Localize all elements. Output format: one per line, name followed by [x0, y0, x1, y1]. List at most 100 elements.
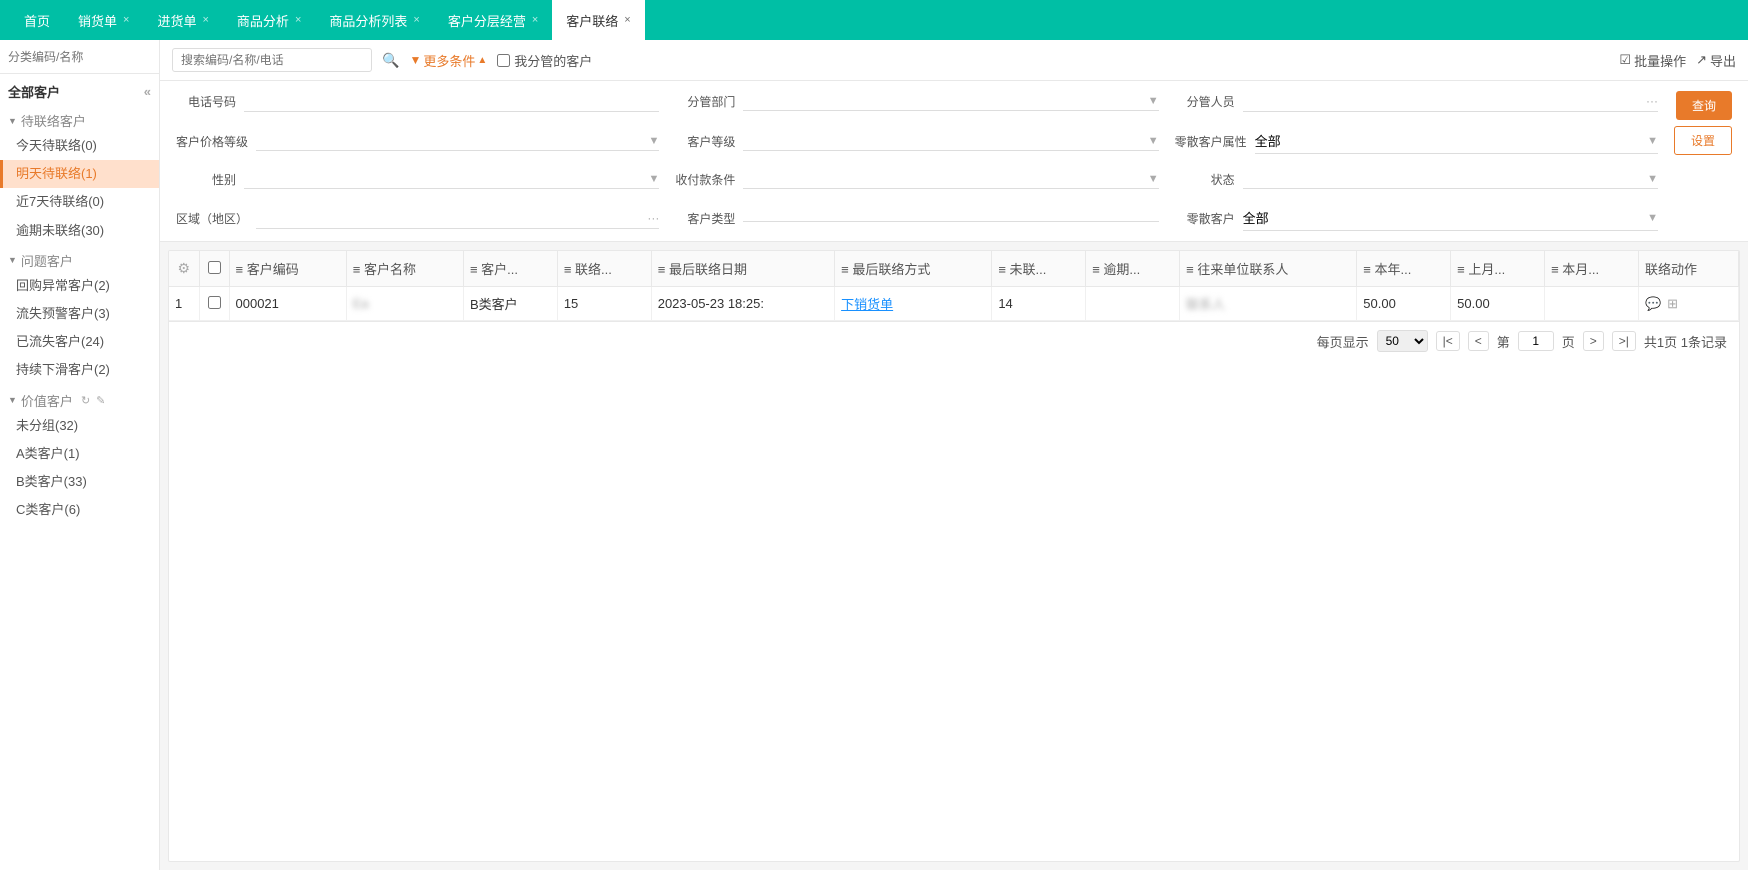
sidebar-item-churned[interactable]: 已流失客户(24): [0, 328, 159, 356]
row-last-method: 下销货单: [835, 287, 992, 321]
close-product-analysis-list-icon[interactable]: ×: [413, 14, 419, 26]
sidebar-item-7days-pending[interactable]: 近7天待联络(0): [0, 188, 159, 216]
customer-type-select[interactable]: [743, 215, 1158, 222]
row-category: B类客户: [463, 287, 557, 321]
phone-input[interactable]: [244, 91, 659, 112]
per-page-label: 每页显示: [1317, 332, 1369, 351]
close-sales-order-icon[interactable]: ×: [123, 14, 129, 26]
price-level-arrow-icon: ▼: [648, 135, 659, 147]
sidebar-item-ungrouped[interactable]: 未分组(32): [0, 412, 159, 440]
table-body: 1 000021 Ea B类客户 15 2023-05-23 18:25: 下销…: [169, 287, 1739, 321]
gender-arrow-icon: ▼: [648, 173, 659, 185]
table-area: ⚙ ≡ 客户编码 ≡ 客户名称 ≡ 客户...: [168, 250, 1740, 862]
nav-product-analysis-list[interactable]: 商品分析列表 ×: [315, 0, 433, 40]
search-input[interactable]: [172, 48, 372, 72]
page-input[interactable]: [1518, 331, 1554, 351]
page-size-select[interactable]: 50 100: [1377, 330, 1428, 352]
manager-select[interactable]: ···: [1243, 91, 1658, 112]
nav-home[interactable]: 首页: [10, 0, 64, 40]
payment-label: 收付款条件: [675, 171, 735, 188]
col-overdue: ≡ 逾期...: [1086, 251, 1180, 287]
filter-row-1: 电话号码 分管部门 ▼ 分管人员: [176, 91, 1658, 112]
page-label: 第: [1497, 332, 1510, 351]
sidebar-item-churn-warning[interactable]: 流失预警客户(3): [0, 300, 159, 328]
filter-field-dept: 分管部门 ▼: [675, 92, 1158, 111]
sidebar-item-repurchase-abnormal[interactable]: 回购异常客户(2): [0, 272, 159, 300]
col-uncontacted: ≡ 未联...: [992, 251, 1086, 287]
my-customers-checkbox-label[interactable]: 我分管的客户: [497, 51, 592, 70]
gear-icon[interactable]: ⚙: [177, 260, 190, 276]
customer-level-select[interactable]: ▼: [743, 132, 1158, 151]
my-customers-checkbox[interactable]: [497, 54, 510, 67]
row-last-date: 2023-05-23 18:25:: [651, 287, 834, 321]
value-edit-icon[interactable]: ✎: [96, 394, 105, 407]
close-product-analysis-icon[interactable]: ×: [295, 14, 301, 26]
payment-select[interactable]: ▼: [743, 170, 1158, 189]
collapse-icon[interactable]: «: [144, 84, 151, 99]
close-customer-tiered-icon[interactable]: ×: [532, 14, 538, 26]
status-select[interactable]: ▼: [1243, 170, 1658, 189]
filter-field-region: 区域（地区） ···: [176, 208, 659, 229]
region-select[interactable]: ···: [256, 208, 659, 229]
phone-label: 电话号码: [176, 93, 236, 110]
sidebar-item-overdue-pending[interactable]: 逾期未联络(30): [0, 217, 159, 245]
sidebar-item-class-b[interactable]: B类客户(33): [0, 468, 159, 496]
retail-customer-select[interactable]: 全部 ▼: [1243, 205, 1658, 231]
col-unit-contact: ≡ 往来单位联系人: [1180, 251, 1357, 287]
sidebar: 🔍 全部客户 « 待联络客户 今天待联络(0) 明天待联络(1) 近7天待联络(…: [0, 40, 160, 870]
row-action-grid-icon[interactable]: ⊞: [1667, 296, 1678, 312]
row-checkbox: [199, 287, 229, 321]
sidebar-item-class-a[interactable]: A类客户(1): [0, 440, 159, 468]
row-overdue: [1086, 287, 1180, 321]
col-action: 联络动作: [1638, 251, 1738, 287]
nav-sales-order[interactable]: 销货单 ×: [64, 0, 143, 40]
nav-customer-contact[interactable]: 客户联络 ×: [552, 0, 644, 40]
dept-select[interactable]: ▼: [743, 92, 1158, 111]
nav-customer-tiered[interactable]: 客户分层经营 ×: [434, 0, 552, 40]
col-this-year: ≡ 本年...: [1357, 251, 1451, 287]
sidebar-item-today-pending[interactable]: 今天待联络(0): [0, 132, 159, 160]
row-name: Ea: [346, 287, 463, 321]
next-page-btn[interactable]: >: [1583, 331, 1604, 351]
row-action-comment-icon[interactable]: 💬: [1645, 296, 1661, 312]
manager-more-icon[interactable]: ···: [1646, 94, 1658, 108]
close-customer-contact-icon[interactable]: ×: [624, 14, 630, 26]
row-uncontacted: 14: [992, 287, 1086, 321]
filter-icon: ▼: [409, 53, 421, 67]
gender-select[interactable]: ▼: [244, 170, 659, 189]
price-level-label: 客户价格等级: [176, 133, 248, 150]
sidebar-item-class-c[interactable]: C类客户(6): [0, 496, 159, 524]
settings-button[interactable]: 设置: [1674, 126, 1732, 155]
prev-page-btn[interactable]: <: [1468, 331, 1489, 351]
sidebar-item-declining[interactable]: 持续下滑客户(2): [0, 356, 159, 384]
close-purchase-order-icon[interactable]: ×: [202, 14, 208, 26]
export-btn[interactable]: ↗ 导出: [1696, 51, 1736, 70]
query-button[interactable]: 查询: [1676, 91, 1732, 120]
batch-ops-btn[interactable]: ☑ 批量操作: [1619, 51, 1686, 70]
sidebar-search-area: 🔍: [0, 40, 159, 74]
row-code: 000021: [229, 287, 346, 321]
sidebar-search-input[interactable]: [8, 50, 160, 64]
retail-attr-select[interactable]: 全部 ▼: [1255, 128, 1658, 154]
nav-purchase-order[interactable]: 进货单 ×: [143, 0, 222, 40]
main-layout: 🔍 全部客户 « 待联络客户 今天待联络(0) 明天待联络(1) 近7天待联络(…: [0, 40, 1748, 870]
row-last-month: 50.00: [1451, 287, 1545, 321]
select-all-checkbox[interactable]: [208, 261, 221, 274]
filter-row-4: 区域（地区） ··· 客户类型: [176, 205, 1658, 231]
price-level-select[interactable]: ▼: [256, 132, 659, 151]
value-refresh-icon[interactable]: ↻: [81, 394, 90, 407]
first-page-btn[interactable]: |<: [1436, 331, 1460, 351]
top-nav: 首页 销货单 × 进货单 × 商品分析 × 商品分析列表 × 客户分层经营 × …: [0, 0, 1748, 40]
filter-field-customer-level: 客户等级 ▼: [675, 132, 1158, 151]
dept-label: 分管部门: [675, 93, 735, 110]
filter-search-icon[interactable]: 🔍: [382, 52, 399, 69]
region-more-icon[interactable]: ···: [647, 211, 659, 225]
sidebar-item-tomorrow-pending[interactable]: 明天待联络(1): [0, 160, 159, 188]
row-contacts: 15: [557, 287, 651, 321]
customer-type-label: 客户类型: [675, 210, 735, 227]
row-unit-contact: 联系人: [1180, 287, 1357, 321]
manager-label: 分管人员: [1175, 93, 1235, 110]
last-page-btn[interactable]: >|: [1612, 331, 1636, 351]
nav-product-analysis[interactable]: 商品分析 ×: [223, 0, 315, 40]
more-conditions-btn[interactable]: ▼ 更多条件 ▲: [409, 51, 487, 70]
